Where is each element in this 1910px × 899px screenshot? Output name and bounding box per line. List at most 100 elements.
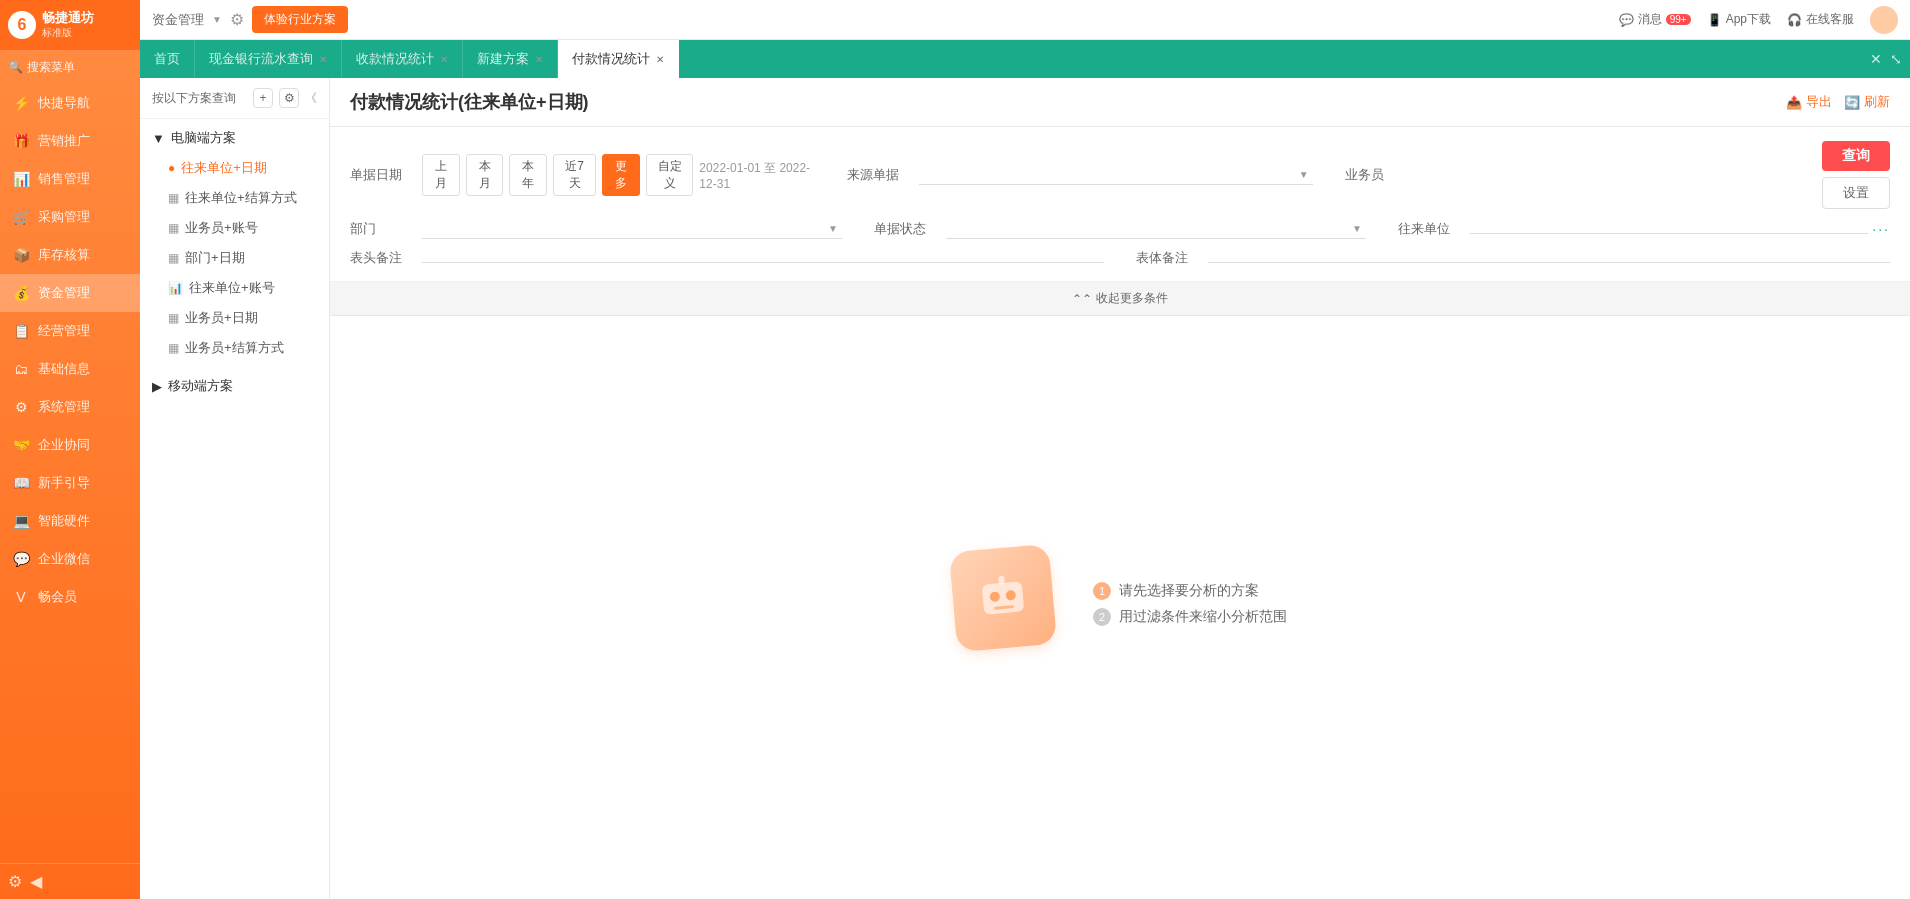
sidebar-item-label: 营销推广 [38,132,90,150]
left-panel-header: 按以下方案查询 + ⚙ 《 [140,78,329,119]
source-bill-select[interactable]: ▼ [919,165,1312,185]
tab-receipt-stat-close-icon[interactable]: ✕ [440,54,448,65]
user-avatar[interactable] [1870,6,1898,34]
step-1-icon: 1 [1093,582,1111,600]
scheme-item-label: 部门+日期 [185,249,245,267]
tab-payment-stat-close-icon[interactable]: ✕ [656,54,664,65]
sidebar-item-guide[interactable]: 📖 新手引导 [0,464,140,502]
header-note-input[interactable] [422,254,1104,263]
dept-select[interactable]: ▼ [422,219,842,239]
sidebar-search[interactable]: 🔍 搜索菜单 [0,51,140,84]
bill-status-select[interactable]: ▼ [946,219,1366,239]
date-btn-this-month[interactable]: 本月 [466,154,504,196]
sidebar-settings-btn[interactable]: ⚙ [8,872,22,891]
tab-home[interactable]: 首页 [140,40,195,78]
header-right: 💬 消息 99+ 📱 App下载 🎧 在线客服 [1619,6,1898,34]
tab-close-all-icon[interactable]: ✕ [1870,51,1882,67]
scheme-group-desktop-header[interactable]: ▼ 电脑端方案 [140,123,329,153]
sidebar-nav: ⚡ 快捷导航 🎁 营销推广 📊 销售管理 🛒 采购管理 📦 库存核算 💰 资金管… [0,84,140,863]
nav-icon-purchase: 🛒 [12,209,30,225]
panel-add-btn[interactable]: + [253,88,273,108]
breadcrumb-dropdown-icon[interactable]: ▼ [212,14,222,25]
scheme-icon-3: ▦ [168,221,179,235]
tab-new-scheme-close-icon[interactable]: ✕ [535,54,543,65]
scheme-item-label: 往来单位+账号 [189,279,275,297]
scheme-item-label: 往来单位+日期 [181,159,267,177]
sidebar-item-operations[interactable]: 📋 经营管理 [0,312,140,350]
scheme-item-staff-account[interactable]: ▦ 业务员+账号 [140,213,329,243]
sidebar: 6 畅捷通坊 标准版 🔍 搜索菜单 ⚡ 快捷导航 🎁 营销推广 📊 销售管理 🛒… [0,0,140,899]
tab-bank-flow-close-icon[interactable]: ✕ [319,54,327,65]
scheme-group-mobile-header[interactable]: ▶ 移动端方案 [140,371,329,401]
scheme-item-partner-settlement[interactable]: ▦ 往来单位+结算方式 [140,183,329,213]
settings-button[interactable]: 设置 [1822,177,1890,209]
tab-bar-controls: ✕ ⤡ [1862,40,1910,78]
main-area: 资金管理 ▼ ⚙ 体验行业方案 💬 消息 99+ 📱 App下载 🎧 在线客服 [140,0,1910,899]
body-note-input[interactable] [1208,254,1890,263]
panel-settings-btn[interactable]: ⚙ [279,88,299,108]
sidebar-item-quick-nav[interactable]: ⚡ 快捷导航 [0,84,140,122]
sidebar-item-member[interactable]: V 畅会员 [0,578,140,616]
sidebar-item-finance[interactable]: 💰 资金管理 [0,274,140,312]
sidebar-item-system[interactable]: ⚙ 系统管理 [0,388,140,426]
try-industry-button[interactable]: 体验行业方案 [252,6,348,33]
refresh-button[interactable]: 🔄 刷新 [1844,93,1890,111]
partner-dots-btn[interactable]: ··· [1872,221,1890,237]
sidebar-item-label: 基础信息 [38,360,90,378]
sidebar-item-basic-info[interactable]: 🗂 基础信息 [0,350,140,388]
scheme-item-label: 往来单位+结算方式 [185,189,297,207]
scheme-item-label: 业务员+结算方式 [185,339,284,357]
collapse-up-icon: ⌃⌃ [1072,292,1092,306]
search-icon: 🔍 [8,60,23,74]
sidebar-collapse-btn[interactable]: ◀ [30,872,42,891]
header-settings-icon[interactable]: ⚙ [230,10,244,29]
filter-block: 单据日期 上月 本月 本年 近7天 更多 自定义 2022-01-01 至 20… [330,127,1910,282]
chevron-right-icon: ▶ [152,379,162,394]
sidebar-item-enterprise[interactable]: 🤝 企业协同 [0,426,140,464]
scheme-item-label: 业务员+账号 [185,219,258,237]
scheme-item-partner-date[interactable]: ● 往来单位+日期 [140,153,329,183]
source-bill-dropdown-icon: ▼ [1299,169,1309,180]
sidebar-item-wechat[interactable]: 💬 企业微信 [0,540,140,578]
sidebar-item-label: 资金管理 [38,284,90,302]
salesperson-label: 业务员 [1345,166,1405,184]
sidebar-item-label: 企业协同 [38,436,90,454]
message-action[interactable]: 💬 消息 99+ [1619,11,1691,28]
date-btn-this-year[interactable]: 本年 [509,154,547,196]
tab-new-scheme[interactable]: 新建方案 ✕ [463,40,558,78]
sidebar-item-marketing[interactable]: 🎁 营销推广 [0,122,140,160]
sidebar-item-smart-hw[interactable]: 💻 智能硬件 [0,502,140,540]
scheme-item-partner-account[interactable]: 📊 往来单位+账号 [140,273,329,303]
panel-collapse-btn[interactable]: 《 [305,90,317,107]
sidebar-item-inventory[interactable]: 📦 库存核算 [0,236,140,274]
query-button[interactable]: 查询 [1822,141,1890,171]
export-button[interactable]: 📤 导出 [1786,93,1832,111]
partner-input[interactable] [1470,225,1868,234]
logo-icon: 6 [8,11,36,39]
scheme-item-staff-settlement[interactable]: ▦ 业务员+结算方式 [140,333,329,363]
bill-status-dropdown-icon: ▼ [1352,223,1362,234]
date-btn-last-7[interactable]: 近7天 [553,154,596,196]
tab-home-label: 首页 [154,50,180,68]
sidebar-item-label: 销售管理 [38,170,90,188]
sidebar-item-sales[interactable]: 📊 销售管理 [0,160,140,198]
tab-expand-icon[interactable]: ⤡ [1890,51,1902,67]
date-btn-more[interactable]: 更多 [602,154,640,196]
scheme-item-label: 业务员+日期 [185,309,258,327]
scheme-item-dept-date[interactable]: ▦ 部门+日期 [140,243,329,273]
date-options: 上月 本月 本年 近7天 更多 自定义 2022-01-01 至 2022-12… [422,154,815,196]
sidebar-item-label: 智能硬件 [38,512,90,530]
message-icon: 💬 [1619,13,1634,27]
online-service-action[interactable]: 🎧 在线客服 [1787,11,1854,28]
app-download-action[interactable]: 📱 App下载 [1707,11,1771,28]
tab-bank-flow[interactable]: 现金银行流水查询 ✕ [195,40,342,78]
tab-receipt-stat[interactable]: 收款情况统计 ✕ [342,40,463,78]
right-panel: 付款情况统计(往来单位+日期) 📤 导出 🔄 刷新 单据日期 [330,78,1910,899]
scheme-item-staff-date[interactable]: ▦ 业务员+日期 [140,303,329,333]
collapse-button[interactable]: ⌃⌃ 收起更多条件 [1072,290,1168,307]
date-btn-last-month[interactable]: 上月 [422,154,460,196]
date-btn-custom[interactable]: 自定义 [646,154,694,196]
sidebar-item-purchase[interactable]: 🛒 采购管理 [0,198,140,236]
tab-payment-stat[interactable]: 付款情况统计 ✕ [558,40,679,78]
scheme-icon-6: ▦ [168,311,179,325]
